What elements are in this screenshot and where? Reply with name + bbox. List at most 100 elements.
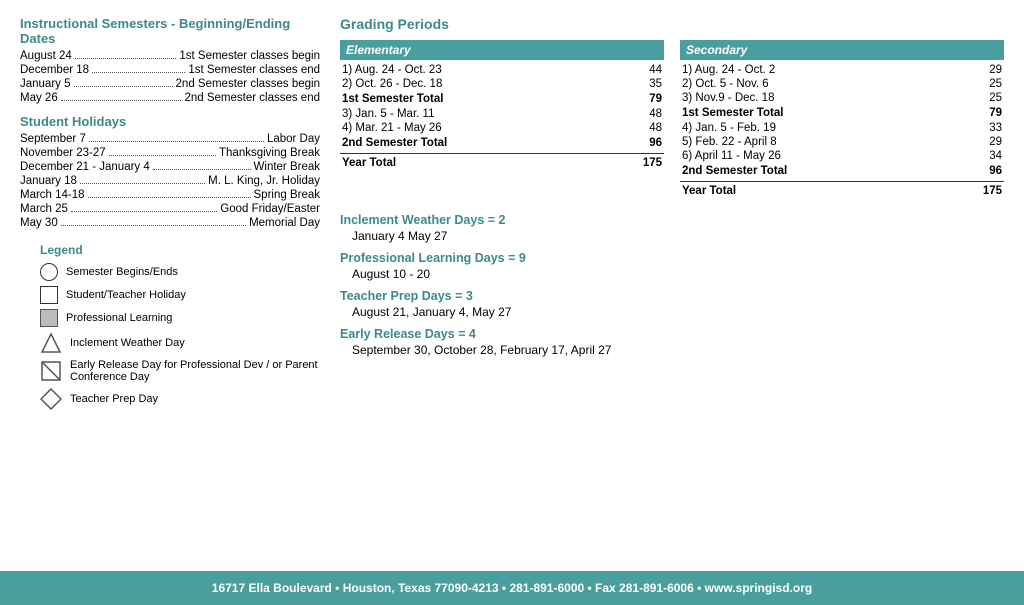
holiday-date: March 14-18 [20,189,85,201]
triangle-icon [40,332,62,354]
dots [88,197,251,198]
slash-icon [40,360,62,382]
gp-period-label: 2nd Semester Total [682,165,812,177]
holiday-row: December 21 - January 4 Winter Break [20,161,320,173]
gp-period-label: Year Total [342,157,472,169]
holiday-row: September 7 Labor Day [20,133,320,145]
gp-row: 1st Semester Total 79 [680,107,1004,119]
elementary-rows: 1) Aug. 24 - Oct. 2344 2) Oct. 26 - Dec. … [340,64,664,169]
gp-row: 4) Mar. 21 - May 26 48 [340,122,664,134]
date-label: August 24 [20,50,72,62]
info-section: Professional Learning Days = 9August 10 … [340,251,1004,281]
gp-row: 1) Aug. 24 - Oct. 2344 [340,64,664,76]
dots [75,58,177,59]
secondary-header: Secondary [680,40,1004,60]
holiday-row: May 30 Memorial Day [20,217,320,229]
gp-count: 48 [649,108,662,120]
gp-row: Year Total 175 [680,181,1004,197]
gp-row: 3) Jan. 5 - Mar. 11 48 [340,108,664,120]
gp-count: 48 [649,122,662,134]
secondary-rows: 1) Aug. 24 - Oct. 2292) Oct. 5 - Nov. 62… [680,64,1004,197]
gp-count: 175 [643,157,662,169]
dots [92,72,185,73]
gp-row: 6) April 11 - May 26 34 [680,150,1004,162]
gp-period-label: 6) April 11 - May 26 [682,150,812,162]
gp-count: 35 [649,78,662,90]
info-title: Teacher Prep Days = 3 [340,289,1004,303]
gp-period-label: Year Total [682,185,812,197]
event-label: 1st Semester classes begin [179,50,320,62]
gp-period-label: 3) Nov.9 - Dec. 18 [682,92,812,104]
event-label: 2nd Semester classes end [184,92,320,104]
holiday-date: September 7 [20,133,86,145]
info-section: Early Release Days = 4September 30, Octo… [340,327,1004,357]
event-label: 1st Semester classes end [188,64,320,76]
semester-date-row: January 52nd Semester classes begin [20,78,320,90]
dots [80,183,205,184]
main-content: Instructional Semesters - Beginning/Endi… [0,0,1024,571]
holiday-name: Labor Day [267,133,320,145]
gp-row: 4) Jan. 5 - Feb. 1933 [680,122,1004,134]
legend-item: Inclement Weather Day [40,332,320,354]
dots [61,100,182,101]
grading-tables: Elementary 1) Aug. 24 - Oct. 2344 2) Oct.… [340,40,1004,199]
dots [61,225,246,226]
gp-count: 175 [983,185,1002,197]
holiday-name: Memorial Day [249,217,320,229]
legend-item: Semester Begins/Ends [40,263,320,281]
gp-row: 2) Oct. 5 - Nov. 6 25 [680,78,1004,90]
gp-period-label: 1st Semester Total [682,107,812,119]
date-label: December 18 [20,64,89,76]
legend-label: Teacher Prep Day [70,393,158,405]
dots [153,169,251,170]
gp-count: 96 [989,165,1002,177]
gp-period-label: 1st Semester Total [342,93,472,105]
info-section: Inclement Weather Days = 2January 4 May … [340,213,1004,243]
gp-row: 1) Aug. 24 - Oct. 229 [680,64,1004,76]
legend-item: Student/Teacher Holiday [40,286,320,304]
right-column: Grading Periods Elementary 1) Aug. 24 - … [340,16,1004,561]
gp-row: 5) Feb. 22 - April 8 29 [680,136,1004,148]
gp-row: 2nd Semester Total 96 [680,165,1004,177]
diamond-icon [40,388,62,410]
gp-period-label: 4) Mar. 21 - May 26 [342,122,472,134]
gp-count: 96 [649,137,662,149]
legend-title: Legend [40,243,320,257]
holiday-row: January 18M. L. King, Jr. Holiday [20,175,320,187]
dots [74,86,173,87]
gp-count: 34 [989,150,1002,162]
gp-count: 79 [649,93,662,105]
gp-count: 79 [989,107,1002,119]
dots [109,155,216,156]
gp-period-label: 2) Oct. 26 - Dec. 18 [342,78,472,90]
gp-period-label: 3) Jan. 5 - Mar. 11 [342,108,472,120]
legend-item: Professional Learning [40,309,320,327]
gp-count: 29 [989,136,1002,148]
circle-icon [40,263,58,281]
semester-date-row: August 24 1st Semester classes begin [20,50,320,62]
gp-count: 25 [989,78,1002,90]
student-holidays-section: Student Holidays September 7Labor DayNov… [20,114,320,229]
gp-period-label: 2) Oct. 5 - Nov. 6 [682,78,812,90]
semester-date-row: December 18 1st Semester classes end [20,64,320,76]
gp-period-label: 5) Feb. 22 - April 8 [682,136,812,148]
gp-row: Year Total 175 [340,153,664,169]
holiday-row: March 25Good Friday/Easter [20,203,320,215]
holiday-date: December 21 - January 4 [20,161,150,173]
elementary-header: Elementary [340,40,664,60]
holiday-date: May 30 [20,217,58,229]
semester-dates-title: Instructional Semesters - Beginning/Endi… [20,16,320,46]
dots [71,211,217,212]
holiday-date: March 25 [20,203,68,215]
legend-item: Teacher Prep Day [40,388,320,410]
legend-item: Early Release Day for Professional Dev /… [40,359,320,383]
date-label: January 5 [20,78,71,90]
info-content: September 30, October 28, February 17, A… [352,343,1004,357]
left-column: Instructional Semesters - Beginning/Endi… [20,16,320,561]
gp-row: 3) Nov.9 - Dec. 1825 [680,92,1004,104]
holiday-name: Winter Break [254,161,320,173]
holiday-name: M. L. King, Jr. Holiday [208,175,320,187]
holiday-list: September 7Labor DayNovember 23-27Thanks… [20,133,320,229]
semester-date-row: May 262nd Semester classes end [20,92,320,104]
legend-label: Semester Begins/Ends [66,266,178,278]
